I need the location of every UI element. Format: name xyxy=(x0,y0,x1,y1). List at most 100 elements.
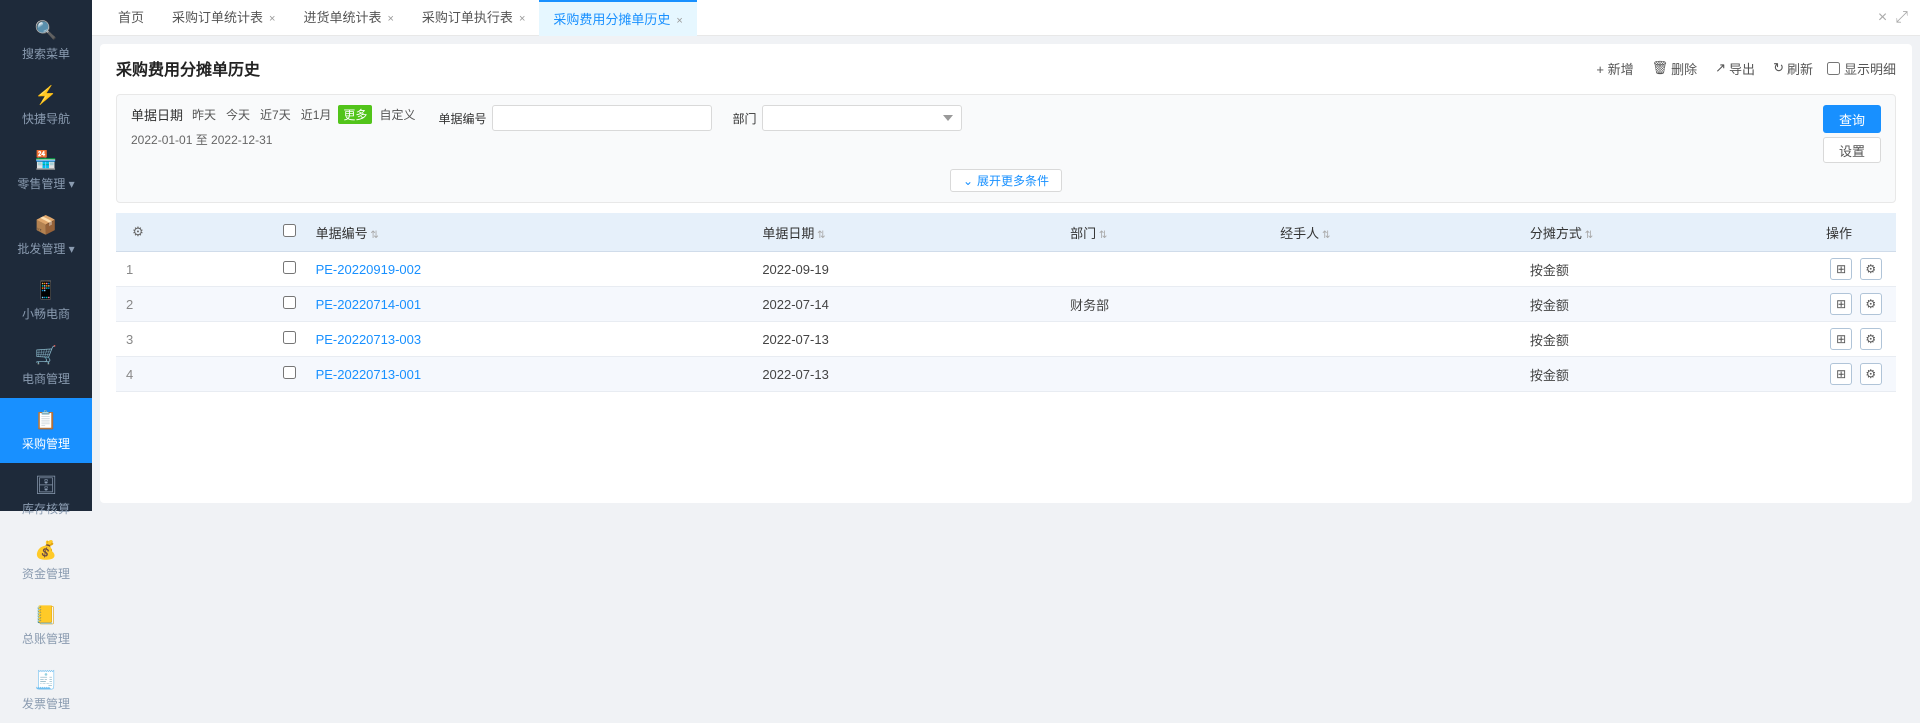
view-button[interactable]: ⊞ xyxy=(1830,328,1852,350)
refresh-button[interactable]: ↻ 刷新 xyxy=(1769,57,1817,80)
doc-link[interactable]: PE-20220713-001 xyxy=(316,367,422,382)
add-button[interactable]: + 新增 xyxy=(1592,57,1637,80)
edit-button[interactable]: ⚙ xyxy=(1860,258,1882,280)
sidebar-item-mini[interactable]: 📱 小畅电商 xyxy=(0,268,92,333)
dept-select[interactable]: 财务部 xyxy=(762,105,962,131)
row-index: 3 xyxy=(116,322,273,357)
dept-col-header[interactable]: 部门 xyxy=(1060,213,1270,252)
sidebar: 🔍 搜索菜单⚡ 快捷导航🏪 零售管理 ▾📦 批发管理 ▾📱 小畅电商🛒 电商管理… xyxy=(0,0,92,511)
docno-col-header[interactable]: 单据编号 xyxy=(306,213,753,252)
sidebar-item-purchase[interactable]: 📋 采购管理 xyxy=(0,398,92,463)
date-shortcuts-row: 单据日期 昨天 今天 近7天 近1月 更多 自定义 xyxy=(131,105,418,124)
doc-link[interactable]: PE-20220713-003 xyxy=(316,332,422,347)
row-checkbox[interactable] xyxy=(283,296,296,309)
splitmethod-col-header[interactable]: 分摊方式 xyxy=(1520,213,1816,252)
today-shortcut[interactable]: 今天 xyxy=(223,105,253,124)
quick-icon: ⚡ xyxy=(4,83,88,108)
select-all-checkbox[interactable] xyxy=(283,224,296,237)
ledger-icon: 📒 xyxy=(4,603,88,628)
maximize-icon[interactable]: ⤢ xyxy=(1895,9,1908,27)
export-label: 导出 xyxy=(1729,59,1755,78)
row-docno: PE-20220714-001 xyxy=(306,287,753,322)
query-button[interactable]: 查询 xyxy=(1823,105,1881,133)
sidebar-item-ecom[interactable]: 🛒 电商管理 xyxy=(0,333,92,398)
row-docdate: 2022-07-14 xyxy=(752,287,1060,322)
edit-button[interactable]: ⚙ xyxy=(1860,293,1882,315)
invoice-icon: 🧾 xyxy=(4,668,88,693)
checkbox-col-header xyxy=(273,213,306,252)
row-checkbox[interactable] xyxy=(283,261,296,274)
table-head: ⚙ 单据编号 单据日期 部门 经手人 分摊方式 操作 xyxy=(116,213,1896,252)
purchase-icon: 📋 xyxy=(4,408,88,433)
refresh-icon: ↻ xyxy=(1773,60,1784,76)
last1month-shortcut[interactable]: 近1月 xyxy=(298,105,335,124)
export-button[interactable]: ↗ 导出 xyxy=(1711,57,1759,80)
show-details-checkbox[interactable]: 显示明细 xyxy=(1827,59,1896,78)
filter-settings-button[interactable]: 设置 xyxy=(1823,137,1881,163)
docno-input[interactable] xyxy=(492,105,712,131)
doc-link[interactable]: PE-20220919-002 xyxy=(316,262,422,277)
refresh-label: 刷新 xyxy=(1787,59,1813,78)
delete-label: 删除 xyxy=(1671,59,1697,78)
filter-actions: 查询 设置 xyxy=(1823,105,1881,163)
date-range: 2022-01-01 至 2022-12-31 xyxy=(131,131,418,148)
row-dept xyxy=(1060,322,1270,357)
more-shortcut[interactable]: 更多 xyxy=(338,105,372,124)
delete-button[interactable]: 🗑 删除 xyxy=(1648,57,1702,80)
export-icon: ↗ xyxy=(1715,60,1726,76)
sidebar-item-label: 资金管理 xyxy=(4,566,88,583)
edit-button[interactable]: ⚙ xyxy=(1860,363,1882,385)
ops-col-header: 操作 xyxy=(1816,213,1896,252)
tab-label: 采购订单执行表 xyxy=(422,10,513,25)
sidebar-item-retail[interactable]: 🏪 零售管理 ▾ xyxy=(0,138,92,203)
sidebar-item-inventory[interactable]: 🗄 库存核算 xyxy=(0,463,92,528)
edit-button[interactable]: ⚙ xyxy=(1860,328,1882,350)
tab-po-execution[interactable]: 采购订单执行表 × xyxy=(408,0,539,36)
tab-label: 进货单统计表 xyxy=(303,10,381,25)
tab-home[interactable]: 首页 xyxy=(104,0,158,36)
docdate-col-header[interactable]: 单据日期 xyxy=(752,213,1060,252)
row-splitmethod: 按金额 xyxy=(1520,287,1816,322)
sidebar-item-label: 小畅电商 xyxy=(4,306,88,323)
yesterday-shortcut[interactable]: 昨天 xyxy=(189,105,219,124)
row-dept xyxy=(1060,357,1270,392)
tab-close-icon[interactable]: × xyxy=(387,13,393,25)
sidebar-item-quick[interactable]: ⚡ 快捷导航 xyxy=(0,73,92,138)
view-button[interactable]: ⊞ xyxy=(1830,258,1852,280)
data-table: ⚙ 单据编号 单据日期 部门 经手人 分摊方式 操作 xyxy=(116,213,1896,392)
expand-conditions-button[interactable]: ⌄ 展开更多条件 xyxy=(950,169,1062,192)
view-button[interactable]: ⊞ xyxy=(1830,293,1852,315)
date-shortcuts: 昨天 今天 近7天 近1月 更多 自定义 xyxy=(189,105,418,124)
sidebar-item-invoice[interactable]: 🧾 发票管理 xyxy=(0,658,92,723)
sidebar-item-label: 批发管理 ▾ xyxy=(4,241,88,258)
sidebar-item-wholesale[interactable]: 📦 批发管理 ▾ xyxy=(0,203,92,268)
doc-link[interactable]: PE-20220714-001 xyxy=(316,297,422,312)
show-details-label: 显示明细 xyxy=(1844,59,1896,78)
last7days-shortcut[interactable]: 近7天 xyxy=(257,105,294,124)
tab-cost-split-history[interactable]: 采购费用分摊单历史× xyxy=(539,0,696,36)
sidebar-item-search[interactable]: 🔍 搜索菜单 xyxy=(0,8,92,73)
tab-label: 采购订单统计表 xyxy=(172,10,263,25)
sidebar-item-finance[interactable]: 💰 资金管理 xyxy=(0,528,92,593)
custom-shortcut[interactable]: 自定义 xyxy=(376,105,418,124)
sidebar-item-label: 总账管理 xyxy=(4,631,88,648)
tab-close-icon[interactable]: × xyxy=(269,13,275,25)
handler-col-header[interactable]: 经手人 xyxy=(1270,213,1520,252)
sidebar-item-ledger[interactable]: 📒 总账管理 xyxy=(0,593,92,658)
search-icon: 🔍 xyxy=(4,18,88,43)
table-row: 1 PE-20220919-002 2022-09-19 按金额 ⊞ ⚙ xyxy=(116,252,1896,287)
chevron-down-icon: ⌄ xyxy=(963,174,973,188)
row-checkbox[interactable] xyxy=(283,331,296,344)
view-button[interactable]: ⊞ xyxy=(1830,363,1852,385)
tab-po-summary[interactable]: 采购订单统计表 × xyxy=(158,0,289,36)
row-checkbox[interactable] xyxy=(283,366,296,379)
close-icon[interactable]: × xyxy=(1878,9,1887,27)
sidebar-item-label: 电商管理 xyxy=(4,371,88,388)
dept-label: 部门 xyxy=(732,110,756,127)
tab-close-icon[interactable]: × xyxy=(519,13,525,25)
tab-close-icon[interactable]: × xyxy=(676,15,682,27)
tab-inbound-summary[interactable]: 进货单统计表 × xyxy=(289,0,407,36)
column-settings-icon[interactable]: ⚙ xyxy=(126,220,150,244)
show-details-input[interactable] xyxy=(1827,62,1840,75)
table-body: 1 PE-20220919-002 2022-09-19 按金额 ⊞ ⚙ 2 P… xyxy=(116,252,1896,392)
